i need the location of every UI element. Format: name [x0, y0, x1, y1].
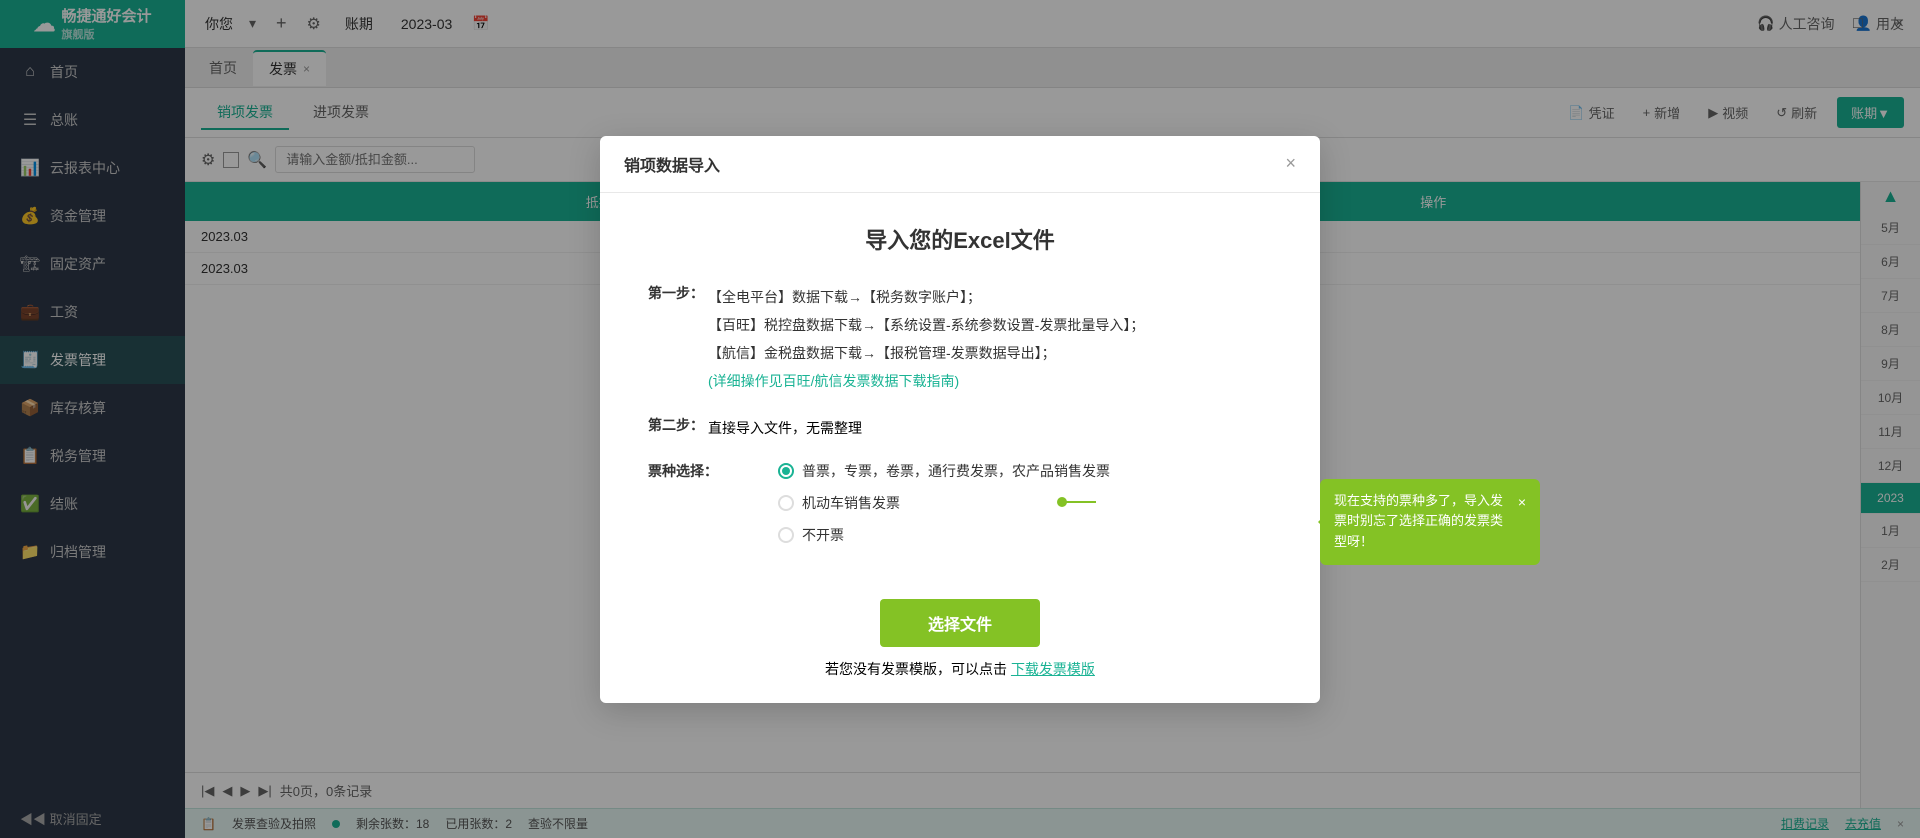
guide-link[interactable]: (详细操作见百旺/航信发票数据下载指南)	[708, 373, 959, 389]
modal-overlay: 销项数据导入 × 导入您的Excel文件 第一步： 【全电平台】数据下载→【税务…	[0, 0, 1920, 838]
tooltip-close-button[interactable]: ×	[1518, 491, 1526, 513]
tooltip-text: 现在支持的票种多了，导入发票时别忘了选择正确的发票类型呀！	[1334, 493, 1503, 550]
ticket-section: 票种选择： 普票，专票，卷票，通行费发票，农产品销售发票 机动车销售发票	[648, 461, 1272, 545]
modal-title: 销项数据导入	[624, 152, 720, 176]
template-hint-text: 若您没有发票模版，可以点击	[825, 661, 1007, 677]
tooltip-bubble: × 现在支持的票种多了，导入发票时别忘了选择正确的发票类型呀！	[1320, 479, 1540, 565]
modal-header: 销项数据导入 ×	[600, 136, 1320, 193]
step1-label: 第一步：	[648, 283, 708, 389]
radio-general[interactable]: 普票，专票，卷票，通行费发票，农产品销售发票	[778, 461, 1110, 481]
modal-body: 导入您的Excel文件 第一步： 【全电平台】数据下载→【税务数字账户】； 【百…	[600, 193, 1320, 589]
step1-content: 【全电平台】数据下载→【税务数字账户】； 【百旺】税控盘数据下载→【系统设置-系…	[708, 283, 1144, 395]
ticket-label: 票种选择：	[648, 461, 718, 481]
modal-main-title: 导入您的Excel文件	[648, 223, 1272, 255]
step1-section: 第一步： 【全电平台】数据下载→【税务数字账户】； 【百旺】税控盘数据下载→【系…	[648, 283, 1272, 395]
radio-general-circle	[778, 463, 794, 479]
download-template-link[interactable]: 下载发票模版	[1011, 661, 1095, 677]
step2-section: 第二步： 直接导入文件，无需整理	[648, 415, 1272, 441]
template-hint-row: 若您没有发票模版，可以点击 下载发票模版	[825, 659, 1095, 679]
select-file-button[interactable]: 选择文件	[880, 599, 1040, 647]
modal-close-button[interactable]: ×	[1285, 153, 1296, 174]
tooltip-line	[1066, 501, 1096, 503]
radio-motor-circle	[778, 495, 794, 511]
step2-text: 直接导入文件，无需整理	[708, 418, 862, 438]
radio-no-invoice-circle	[778, 527, 794, 543]
step2-label: 第二步：	[648, 415, 708, 435]
tooltip-dot	[1057, 497, 1067, 507]
import-modal: 销项数据导入 × 导入您的Excel文件 第一步： 【全电平台】数据下载→【税务…	[600, 136, 1320, 703]
modal-footer: 选择文件 若您没有发票模版，可以点击 下载发票模版	[600, 589, 1320, 703]
radio-no-invoice[interactable]: 不开票	[778, 525, 1110, 545]
